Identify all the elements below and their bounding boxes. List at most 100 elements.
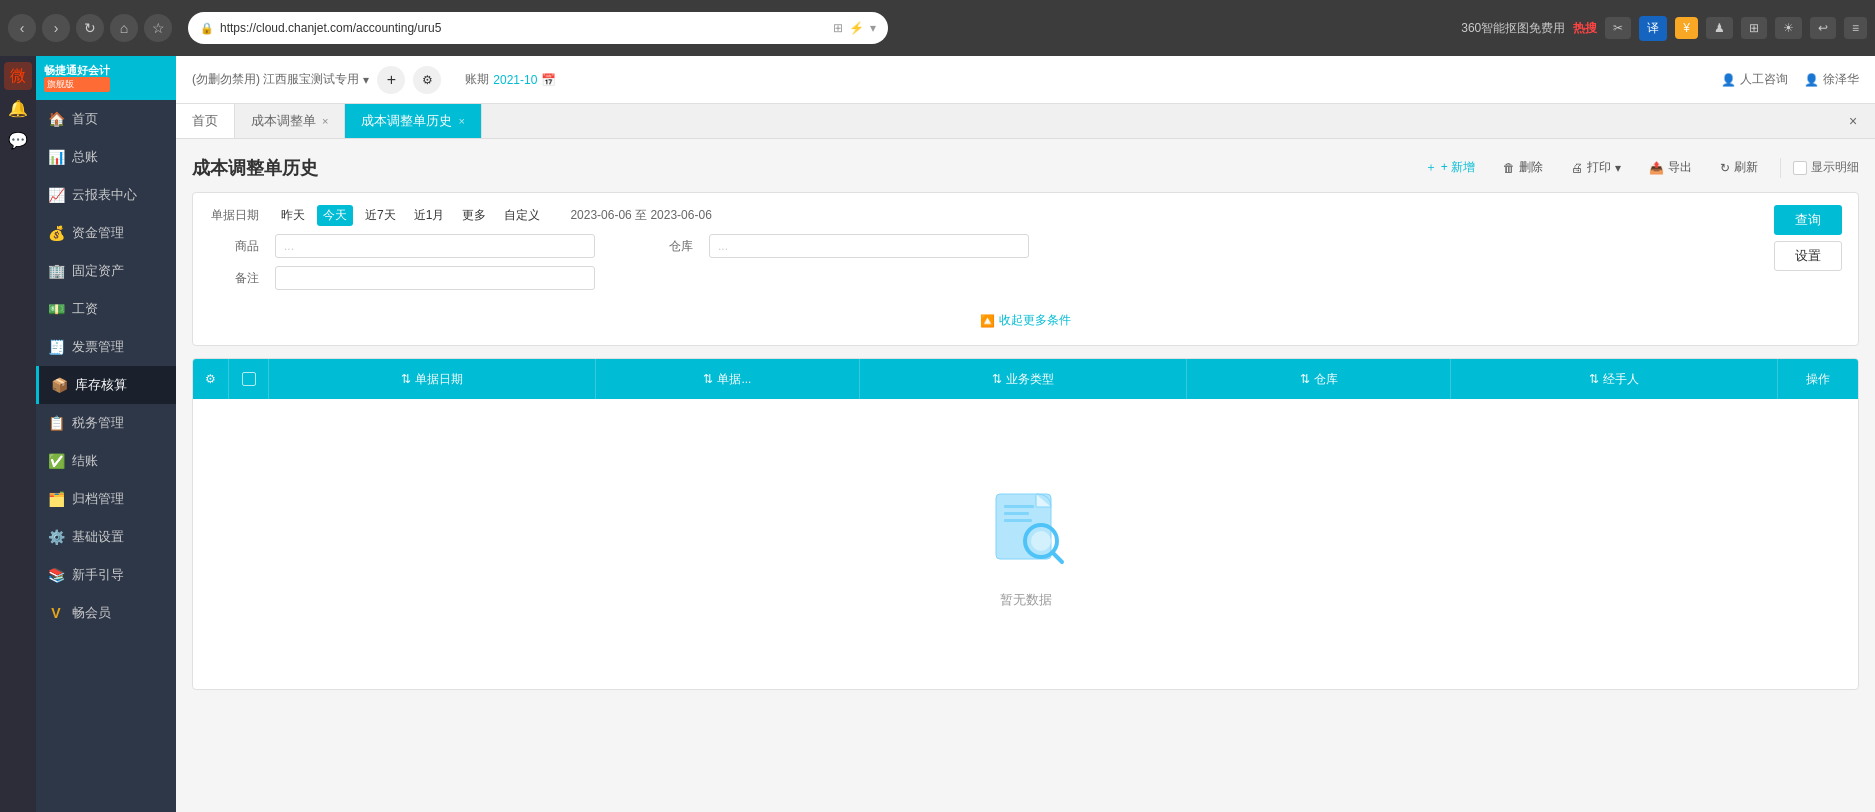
sidebar-item-guide[interactable]: 📚 新手引导 bbox=[36, 556, 176, 594]
sidebar-label-finance: 资金管理 bbox=[72, 224, 124, 242]
sidebar-item-settings[interactable]: ⚙️ 基础设置 bbox=[36, 518, 176, 556]
brightness-btn[interactable]: ☀ bbox=[1775, 17, 1802, 39]
svg-rect-1 bbox=[1004, 505, 1034, 508]
th-warehouse[interactable]: ⇅ 仓库 bbox=[1187, 359, 1452, 399]
date-btn-custom[interactable]: 自定义 bbox=[498, 205, 546, 226]
export-btn[interactable]: 📤 导出 bbox=[1639, 155, 1702, 180]
undo-btn[interactable]: ↩ bbox=[1810, 17, 1836, 39]
tab-cost-adjust[interactable]: 成本调整单 × bbox=[235, 104, 345, 138]
date-btn-today[interactable]: 今天 bbox=[317, 205, 353, 226]
filter-settings-button[interactable]: 设置 bbox=[1774, 241, 1842, 271]
date-btn-last7[interactable]: 近7天 bbox=[359, 205, 402, 226]
th-checkbox[interactable] bbox=[229, 359, 269, 399]
back-button[interactable]: ‹ bbox=[8, 14, 36, 42]
rail-item-2[interactable]: 🔔 bbox=[4, 94, 32, 122]
sidebar-item-ledger[interactable]: 📊 总账 bbox=[36, 138, 176, 176]
tab-cost-history-close[interactable]: × bbox=[458, 115, 464, 127]
empty-illustration bbox=[976, 479, 1076, 579]
print-label: 打印 bbox=[1587, 159, 1611, 176]
company-settings-btn[interactable]: ⚙ bbox=[413, 66, 441, 94]
rail-weibo[interactable]: 微 bbox=[4, 62, 32, 90]
rail-item-3[interactable]: 💬 bbox=[4, 126, 32, 154]
user-service[interactable]: 👤 人工咨询 bbox=[1721, 71, 1788, 88]
grid-btn[interactable]: ⊞ bbox=[1741, 17, 1767, 39]
show-detail-label[interactable]: 显示明细 bbox=[1793, 159, 1859, 176]
home-button[interactable]: ⌂ bbox=[110, 14, 138, 42]
table-select-all-checkbox[interactable] bbox=[242, 372, 256, 386]
tab-home-label: 首页 bbox=[192, 112, 218, 130]
translate-btn[interactable]: 译 bbox=[1639, 16, 1667, 41]
bookmark-button[interactable]: ☆ bbox=[144, 14, 172, 42]
warehouse-filter-label: 仓库 bbox=[643, 238, 693, 255]
refresh-btn[interactable]: ↻ 刷新 bbox=[1710, 155, 1768, 180]
filter-row-date: 单据日期 昨天 今天 近7天 近1月 更多 自定义 2023-06-06 至 2… bbox=[209, 205, 1758, 226]
th-settings[interactable]: ⚙ bbox=[193, 359, 229, 399]
game-btn[interactable]: ♟ bbox=[1706, 17, 1733, 39]
tab-home[interactable]: 首页 bbox=[176, 104, 235, 138]
close-all-tabs-btn[interactable]: × bbox=[1839, 107, 1867, 135]
svg-rect-3 bbox=[1004, 519, 1032, 522]
sidebar-item-reports[interactable]: 📈 云报表中心 bbox=[36, 176, 176, 214]
sidebar-item-archive[interactable]: 🗂️ 归档管理 bbox=[36, 480, 176, 518]
show-detail-text: 显示明细 bbox=[1811, 159, 1859, 176]
th-date[interactable]: ⇅ 单据日期 bbox=[269, 359, 596, 399]
user-avatar-icon: 👤 bbox=[1804, 73, 1819, 87]
menu-btn[interactable]: ≡ bbox=[1844, 17, 1867, 39]
scissors-btn[interactable]: ✂ bbox=[1605, 17, 1631, 39]
vip-icon: V bbox=[48, 605, 64, 621]
add-company-btn[interactable]: + bbox=[377, 66, 405, 94]
sidebar-item-invoice[interactable]: 🧾 发票管理 bbox=[36, 328, 176, 366]
sidebar-item-vip[interactable]: V 畅会员 bbox=[36, 594, 176, 632]
tab-cost-history[interactable]: 成本调整单历史 × bbox=[345, 104, 481, 138]
goods-filter-input[interactable]: ... bbox=[275, 234, 595, 258]
goods-filter-label: 商品 bbox=[209, 238, 259, 255]
print-btn[interactable]: 🖨 打印 ▾ bbox=[1561, 155, 1631, 180]
sidebar-item-home[interactable]: 🏠 首页 bbox=[36, 100, 176, 138]
date-filter-label: 单据日期 bbox=[209, 207, 259, 224]
browser-extensions: 360智能抠图免费用 热搜 ✂ 译 ¥ ♟ ⊞ ☀ ↩ ≡ bbox=[1461, 16, 1867, 41]
empty-icon bbox=[976, 479, 1076, 579]
collapse-btn[interactable]: 🔼 收起更多条件 bbox=[976, 308, 1075, 333]
user-profile[interactable]: 👤 徐泽华 bbox=[1804, 71, 1859, 88]
closing-icon: ✅ bbox=[48, 453, 64, 469]
sidebar-item-inventory[interactable]: 📦 库存核算 bbox=[36, 366, 176, 404]
th-biz-type[interactable]: ⇅ 业务类型 bbox=[860, 359, 1187, 399]
note-filter-input[interactable] bbox=[275, 266, 595, 290]
page-title: 成本调整单历史 bbox=[192, 156, 318, 180]
address-bar[interactable]: 🔒 https://cloud.chanjet.com/accounting/u… bbox=[188, 12, 888, 44]
add-btn[interactable]: ＋ + 新增 bbox=[1415, 155, 1485, 180]
date-btn-more[interactable]: 更多 bbox=[456, 205, 492, 226]
tab-cost-adjust-close[interactable]: × bbox=[322, 115, 328, 127]
tab-cost-adjust-label: 成本调整单 bbox=[251, 112, 316, 130]
date-btn-yesterday[interactable]: 昨天 bbox=[275, 205, 311, 226]
currency-btn[interactable]: ¥ bbox=[1675, 17, 1698, 39]
warehouse-filter-input[interactable]: ... bbox=[709, 234, 1029, 258]
collapse-arrow-icon: 🔼 bbox=[980, 314, 995, 328]
th-number[interactable]: ⇅ 单据... bbox=[596, 359, 861, 399]
calendar-icon: 📅 bbox=[541, 73, 556, 87]
sidebar-item-finance[interactable]: 💰 资金管理 bbox=[36, 214, 176, 252]
sidebar-label-archive: 归档管理 bbox=[72, 490, 124, 508]
date-btn-last-month[interactable]: 近1月 bbox=[408, 205, 451, 226]
sidebar-label-reports: 云报表中心 bbox=[72, 186, 137, 204]
delete-btn[interactable]: 🗑 删除 bbox=[1493, 155, 1553, 180]
sidebar-item-tax[interactable]: 📋 税务管理 bbox=[36, 404, 176, 442]
show-detail-checkbox[interactable] bbox=[1793, 161, 1807, 175]
sidebar-item-closing[interactable]: ✅ 结账 bbox=[36, 442, 176, 480]
forward-button[interactable]: › bbox=[42, 14, 70, 42]
company-selector[interactable]: (勿删勿禁用) 江西服宝测试专用 ▾ bbox=[192, 71, 369, 88]
guide-icon: 📚 bbox=[48, 567, 64, 583]
period-value: 2021-10 bbox=[493, 73, 537, 87]
delete-label: 删除 bbox=[1519, 159, 1543, 176]
sidebar-label-vip: 畅会员 bbox=[72, 604, 111, 622]
browser-dropdown-icon: ▾ bbox=[870, 21, 876, 35]
sidebar-item-assets[interactable]: 🏢 固定资产 bbox=[36, 252, 176, 290]
refresh-button[interactable]: ↻ bbox=[76, 14, 104, 42]
tab-bar: 首页 成本调整单 × 成本调整单历史 × × bbox=[176, 104, 1875, 139]
th-operator-sort-icon: ⇅ bbox=[1589, 372, 1599, 386]
query-button[interactable]: 查询 bbox=[1774, 205, 1842, 235]
th-operations: 操作 bbox=[1778, 359, 1858, 399]
th-operator[interactable]: ⇅ 经手人 bbox=[1451, 359, 1778, 399]
sidebar-item-salary[interactable]: 💵 工资 bbox=[36, 290, 176, 328]
th-date-sort-icon: ⇅ bbox=[401, 372, 411, 386]
